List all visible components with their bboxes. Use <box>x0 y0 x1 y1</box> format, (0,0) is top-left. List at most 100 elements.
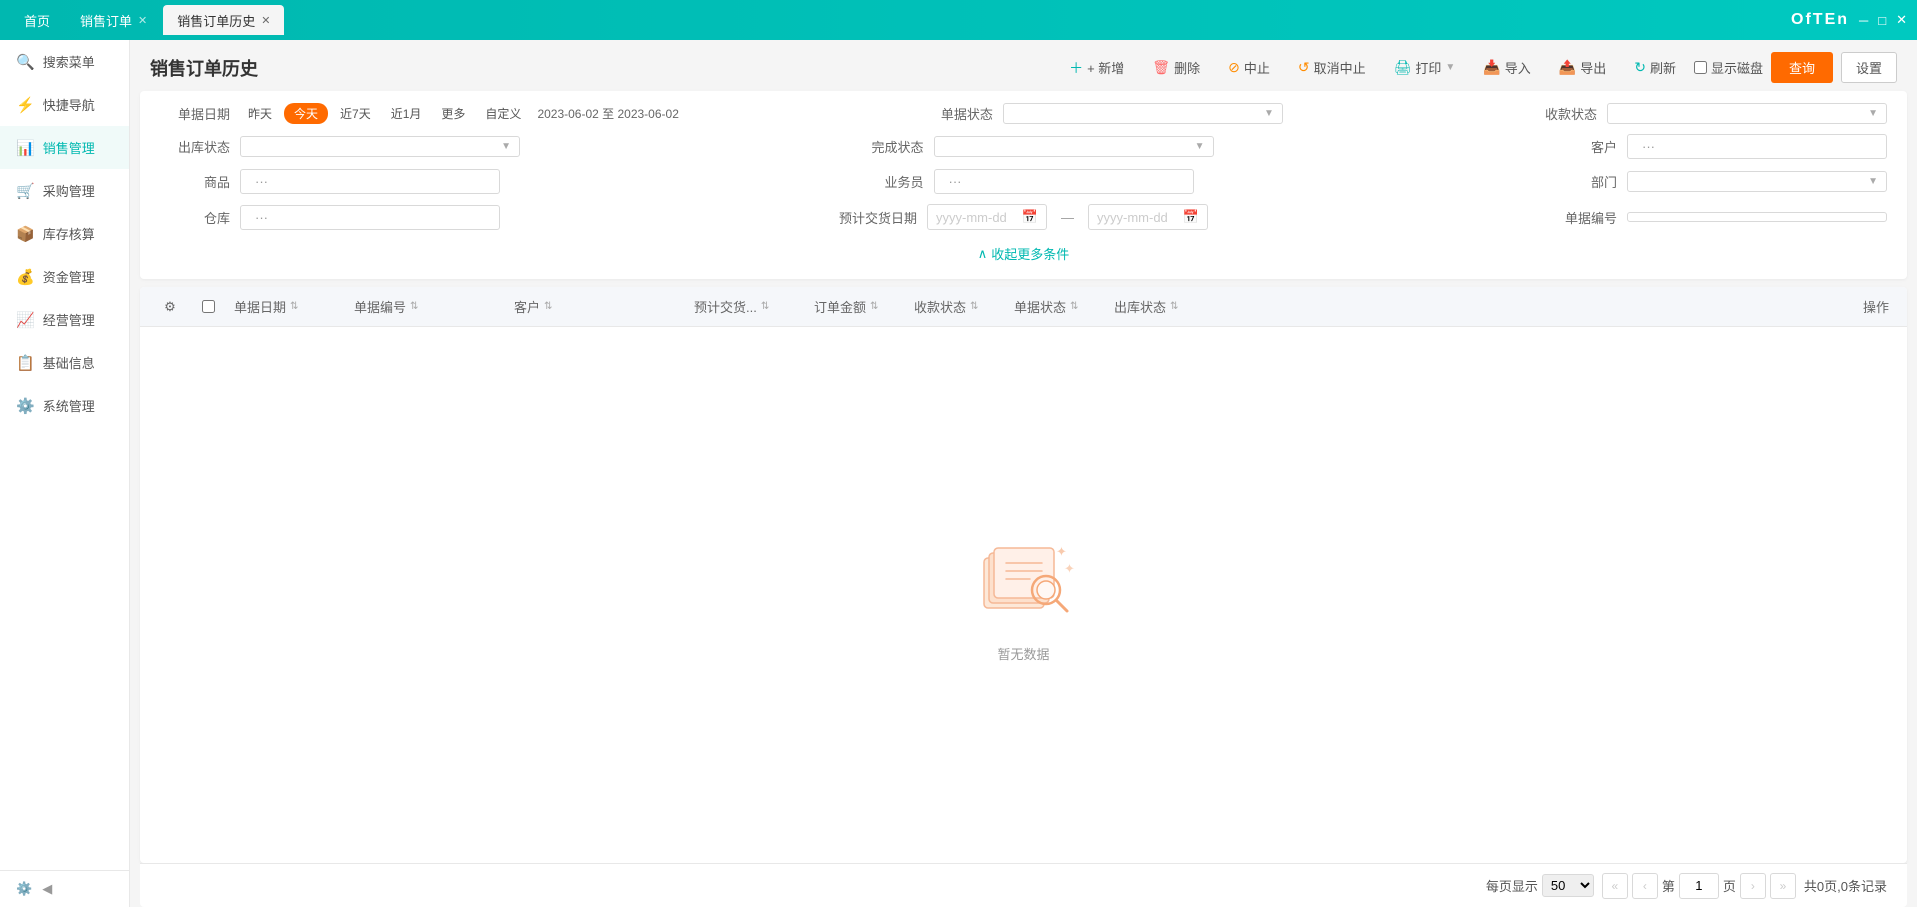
th-customer[interactable]: 客户 ⇅ <box>506 297 686 316</box>
collapse-up-icon: ∧ <box>978 246 988 262</box>
sidebar-item-operations[interactable]: 📈 经营管理 <box>0 298 129 341</box>
settings-gear-icon[interactable]: ⚙ <box>164 299 176 315</box>
date-btn-yesterday[interactable]: 昨天 <box>240 103 280 124</box>
window-close-icon[interactable]: ✕ <box>1896 12 1907 28</box>
th-ops: 操作 <box>1206 297 1897 316</box>
sidebar-item-inventory[interactable]: 📦 库存核算 <box>0 212 129 255</box>
date-separator: — <box>1061 210 1074 225</box>
th-settings[interactable]: ⚙ <box>150 299 190 315</box>
th-bill-status[interactable]: 单据状态 ⇅ <box>1006 297 1106 316</box>
sidebar-item-purchase[interactable]: 🛒 采购管理 <box>0 169 129 212</box>
print-button[interactable]: 🖨 打印 ▼ <box>1384 53 1466 82</box>
sidebar-item-search-menu[interactable]: 🔍 搜索菜单 <box>0 40 129 83</box>
sort-pay-icon: ⇅ <box>970 301 978 312</box>
query-button[interactable]: 查询 <box>1771 52 1833 83</box>
print-icon: 🖨 <box>1394 59 1412 76</box>
customer-input[interactable]: ··· <box>1627 134 1887 159</box>
calendar-from-icon[interactable]: 📅 <box>1022 209 1038 225</box>
th-date[interactable]: 单据日期 ⇅ <box>226 297 346 316</box>
sort-amount-icon: ⇅ <box>870 301 878 312</box>
sidebar-item-finance[interactable]: 💰 资金管理 <box>0 255 129 298</box>
import-button[interactable]: 📥 导入 <box>1473 53 1540 82</box>
out-status-select[interactable]: ▼ <box>240 136 520 157</box>
empty-text: 暂无数据 <box>997 644 1049 663</box>
date-btn-7days[interactable]: 近7天 <box>332 103 379 124</box>
complete-status-chevron: ▼ <box>1195 141 1205 152</box>
sidebar-item-system-label: 系统管理 <box>43 396 95 415</box>
display-columns-checkbox[interactable] <box>1694 61 1707 74</box>
select-all-checkbox[interactable] <box>202 300 215 313</box>
product-input[interactable]: ··· <box>240 169 500 194</box>
bill-no-label: 单据编号 <box>1547 208 1617 227</box>
sidebar-settings-icon[interactable]: ⚙️ <box>16 881 32 897</box>
th-out-status[interactable]: 出库状态 ⇅ <box>1106 297 1206 316</box>
export-button[interactable]: 📤 导出 <box>1549 53 1616 82</box>
tab-sales-order[interactable]: 销售订单 ✕ <box>66 5 161 35</box>
prev-page-button[interactable]: ‹ <box>1632 873 1658 899</box>
sidebar-item-quick-nav[interactable]: ⚡ 快捷导航 <box>0 83 129 126</box>
calendar-to-icon[interactable]: 📅 <box>1183 209 1199 225</box>
tab-sales-order-close[interactable]: ✕ <box>138 14 147 27</box>
th-amount[interactable]: 订单金额 ⇅ <box>806 297 906 316</box>
delete-button[interactable]: 🗑 删除 <box>1142 53 1210 82</box>
salesman-ellipsis[interactable]: ··· <box>943 174 968 189</box>
sidebar-collapse-icon[interactable]: ◀ <box>42 881 52 897</box>
delivery-date-to[interactable]: yyyy-mm-dd 📅 <box>1088 204 1208 230</box>
date-btn-more[interactable]: 更多 <box>433 103 473 124</box>
sidebar-item-sales-label: 销售管理 <box>43 138 95 157</box>
sidebar-item-sales[interactable]: 📊 销售管理 <box>0 126 129 169</box>
sidebar-item-search-label: 搜索菜单 <box>43 52 95 71</box>
collapse-button[interactable]: ∧ 收起更多条件 <box>970 240 1078 267</box>
next-page-button[interactable]: › <box>1740 873 1766 899</box>
tab-sales-history-close[interactable]: ✕ <box>261 14 270 27</box>
window-maximize-icon[interactable]: □ <box>1878 13 1886 28</box>
th-billno[interactable]: 单据编号 ⇅ <box>346 297 506 316</box>
purchase-icon: 🛒 <box>16 182 35 200</box>
salesman-input[interactable]: ··· <box>934 169 1194 194</box>
customer-label: 客户 <box>1547 137 1617 156</box>
page-size-select[interactable]: 50 10 20 100 <box>1542 874 1594 897</box>
system-icon: ⚙️ <box>16 397 35 415</box>
th-delivery[interactable]: 预计交货... ⇅ <box>686 297 806 316</box>
refresh-button[interactable]: ↻ 刷新 <box>1624 53 1686 82</box>
tab-sales-history[interactable]: 销售订单历史 ✕ <box>163 5 284 35</box>
page-nav: « ‹ 第 页 › » <box>1602 873 1796 899</box>
window-minimize-icon[interactable]: ─ <box>1859 13 1868 28</box>
date-btn-1month[interactable]: 近1月 <box>383 103 430 124</box>
pay-status-select[interactable]: ▼ <box>1607 103 1887 124</box>
stop-button[interactable]: ⊘ 中止 <box>1218 53 1280 82</box>
cancel-stop-button[interactable]: ↺ 取消中止 <box>1288 53 1376 82</box>
sidebar-item-system[interactable]: ⚙️ 系统管理 <box>0 384 129 427</box>
new-button[interactable]: ＋ + 新增 <box>1059 53 1134 83</box>
setting-button[interactable]: 设置 <box>1841 52 1897 83</box>
delete-label: 删除 <box>1174 58 1200 77</box>
tab-home[interactable]: 首页 <box>10 5 64 35</box>
delivery-date-from[interactable]: yyyy-mm-dd 📅 <box>927 204 1047 230</box>
warehouse-ellipsis[interactable]: ··· <box>249 210 274 225</box>
bill-status-select[interactable]: ▼ <box>1003 103 1283 124</box>
filter-collapse-row: ∧ 收起更多条件 <box>160 240 1887 267</box>
display-columns-toggle[interactable]: 显示磁盘 <box>1694 58 1763 77</box>
customer-ellipsis[interactable]: ··· <box>1636 139 1661 154</box>
sidebar-item-inventory-label: 库存核算 <box>43 224 95 243</box>
warehouse-input[interactable]: ··· <box>240 205 500 230</box>
date-btn-today[interactable]: 今天 <box>284 103 328 124</box>
date-label: 单据日期 <box>160 104 230 123</box>
first-page-button[interactable]: « <box>1602 873 1628 899</box>
bill-no-input[interactable] <box>1627 212 1887 222</box>
th-pay-status-label: 收款状态 <box>914 297 966 316</box>
date-btn-custom[interactable]: 自定义 <box>477 103 529 124</box>
last-page-button[interactable]: » <box>1770 873 1796 899</box>
th-pay-status[interactable]: 收款状态 ⇅ <box>906 297 1006 316</box>
complete-status-select[interactable]: ▼ <box>934 136 1214 157</box>
sidebar-item-basic-info[interactable]: 📋 基础信息 <box>0 341 129 384</box>
delivery-date-label: 预计交货日期 <box>839 208 917 227</box>
out-status-chevron: ▼ <box>501 141 511 152</box>
th-checkbox[interactable] <box>190 300 226 313</box>
date-range-text: 2023-06-02 至 2023-06-02 <box>537 105 678 122</box>
sidebar-item-purchase-label: 采购管理 <box>43 181 95 200</box>
product-ellipsis[interactable]: ··· <box>249 174 274 189</box>
department-select[interactable]: ▼ <box>1627 171 1887 192</box>
th-delivery-label: 预计交货... <box>694 297 757 316</box>
page-input[interactable] <box>1679 873 1719 899</box>
